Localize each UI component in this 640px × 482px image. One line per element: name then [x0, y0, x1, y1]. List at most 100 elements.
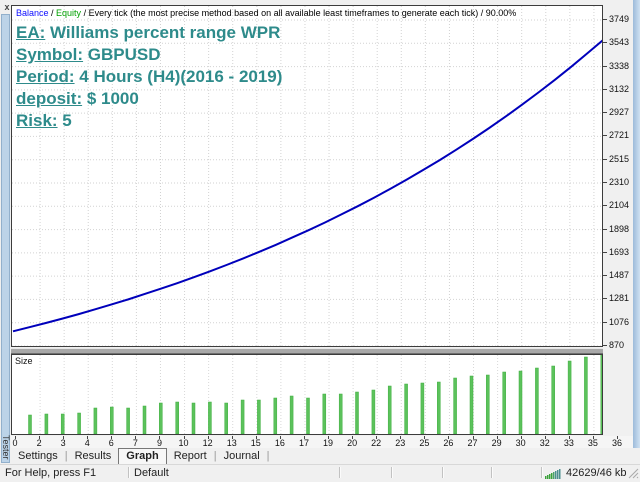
x-axis-label: 6	[108, 438, 114, 448]
x-axis-label: 9	[156, 438, 162, 448]
x-axis-label: 15	[250, 438, 261, 448]
y-axis-label: 1076	[609, 316, 630, 327]
y-axis-tick	[603, 251, 607, 253]
x-axis-label: 12	[202, 438, 213, 448]
y-axis-label: 2721	[609, 130, 630, 141]
x-axis-label: 10	[178, 438, 189, 448]
x-axis-label: 7	[132, 438, 138, 448]
tab-separator: |	[266, 450, 270, 462]
balance-chart-panel: Balance / Equity / Every tick (the most …	[11, 5, 603, 347]
legend-separator: /	[48, 8, 57, 18]
y-axis-tick	[603, 205, 607, 207]
y-axis-tick	[603, 112, 607, 114]
y-axis-label: 2310	[609, 177, 630, 187]
tester-window: x Tester Balance / Equity / Every tick (…	[0, 0, 640, 481]
x-axis-label: 13	[226, 438, 237, 448]
x-axis-label: 26	[443, 438, 454, 448]
y-axis-tick	[603, 182, 607, 183]
x-axis: 0 2 3 4 6 7 9 10 12 13 15 16 17 19 20 22 23 25 26 27 29 30 32 3…	[11, 436, 633, 448]
overlay-label: Period:	[16, 67, 75, 86]
tester-panel-label: Tester	[1, 435, 11, 460]
x-axis-label: 27	[467, 438, 478, 448]
x-axis-label: 2	[36, 438, 42, 448]
overlay-value: 4 Hours (H4)(2016 - 2019)	[74, 67, 283, 86]
y-axis-tick	[603, 88, 607, 90]
y-axis-label: 1281	[609, 293, 630, 304]
size-panel-title: Size	[15, 356, 33, 366]
tester-tab-bar: Settings | Results Graph Report | Journal |	[11, 447, 640, 464]
x-axis-label: 22	[371, 438, 382, 448]
y-axis-label: 3749	[609, 14, 630, 24]
y-axis-label: 3132	[609, 83, 630, 94]
overlay-value: $ 1000	[82, 89, 139, 108]
y-axis-label: 3543	[609, 37, 630, 48]
x-axis-label: 36	[611, 438, 623, 448]
balance-legend-label: Balance	[16, 8, 49, 18]
y-axis-label: 2515	[609, 153, 630, 164]
x-axis-label: 19	[323, 438, 334, 448]
size-bars-chart	[28, 355, 602, 434]
ea-info-overlay: EA: Williams percent range WPR Symbol: GB…	[16, 22, 282, 132]
tab-results[interactable]: Results	[68, 449, 119, 464]
y-axis: 3749 3543 3338 3132 2927 2721 2515 2310 2104 1898…	[603, 5, 633, 350]
tab-graph[interactable]: Graph	[118, 447, 167, 464]
x-axis-label: 0	[12, 438, 18, 448]
overlay-label: deposit:	[16, 89, 83, 108]
overlay-label: EA:	[16, 23, 46, 42]
size-histogram-panel: Size	[11, 354, 603, 435]
tester-panel-caption: Tester	[1, 14, 11, 463]
overlay-line-period: Period: 4 Hours (H4)(2016 - 2019)	[16, 66, 282, 88]
y-axis-tick	[603, 65, 607, 67]
y-axis-label: 870	[609, 340, 625, 350]
overlay-line-ea: EA: Williams percent range WPR	[16, 22, 282, 44]
y-axis-label: 2104	[609, 200, 630, 211]
tab-report[interactable]: Report	[167, 449, 214, 464]
status-help-text: For Help, press F1	[5, 467, 97, 479]
status-divider	[339, 467, 341, 478]
y-axis-label: 3338	[609, 60, 630, 71]
overlay-line-risk: Risk: 5	[16, 110, 282, 132]
x-axis-label: 20	[347, 438, 358, 448]
status-divider	[541, 467, 543, 478]
x-axis-label: 16	[274, 438, 285, 448]
overlay-label: Symbol:	[16, 45, 84, 64]
y-axis-tick	[603, 19, 607, 20]
x-axis-label: 25	[419, 438, 430, 448]
x-axis-label: 29	[491, 438, 502, 448]
status-bar: For Help, press F1 Default 42629/46 kb	[0, 464, 640, 481]
overlay-line-deposit: deposit: $ 1000	[16, 88, 282, 110]
model-description: / Every tick (the most precise method ba…	[81, 8, 517, 18]
status-divider	[391, 467, 393, 478]
status-divider	[442, 467, 444, 478]
overlay-label: Risk:	[16, 111, 58, 130]
x-axis-label: 23	[395, 438, 406, 448]
status-divider	[128, 467, 130, 478]
y-axis-label: 1693	[609, 246, 630, 257]
overlay-value: Williams percent range WPR	[45, 23, 281, 42]
y-axis-label: 1487	[609, 270, 630, 281]
overlay-value: GBPUSD	[83, 45, 161, 64]
x-axis-label: 3	[60, 438, 66, 448]
x-axis-label: 32	[539, 438, 550, 448]
overlay-line-symbol: Symbol: GBPUSD	[16, 44, 282, 66]
y-axis-tick	[603, 298, 607, 300]
x-axis-label: 35	[587, 438, 598, 448]
status-connection-text: 42629/46 kb	[566, 467, 627, 479]
status-profile: Default	[134, 467, 169, 479]
status-divider	[491, 467, 493, 478]
chart-header: Balance / Equity / Every tick (the most …	[16, 8, 516, 18]
window-frame-edge	[633, 0, 640, 462]
y-axis-tick	[603, 158, 607, 160]
y-axis-tick	[603, 42, 607, 44]
overlay-value: 5	[57, 111, 72, 130]
y-axis-label: 1898	[609, 223, 630, 234]
equity-legend-label: Equity	[56, 8, 82, 18]
tab-settings[interactable]: Settings	[11, 449, 65, 464]
x-axis-label: 30	[515, 438, 526, 448]
tab-journal[interactable]: Journal	[217, 449, 267, 464]
x-axis-label: 33	[563, 438, 574, 448]
y-axis-tick	[603, 321, 607, 323]
y-axis-tick	[603, 135, 607, 137]
y-axis-tick	[603, 275, 607, 277]
x-axis-label: 4	[84, 438, 90, 448]
